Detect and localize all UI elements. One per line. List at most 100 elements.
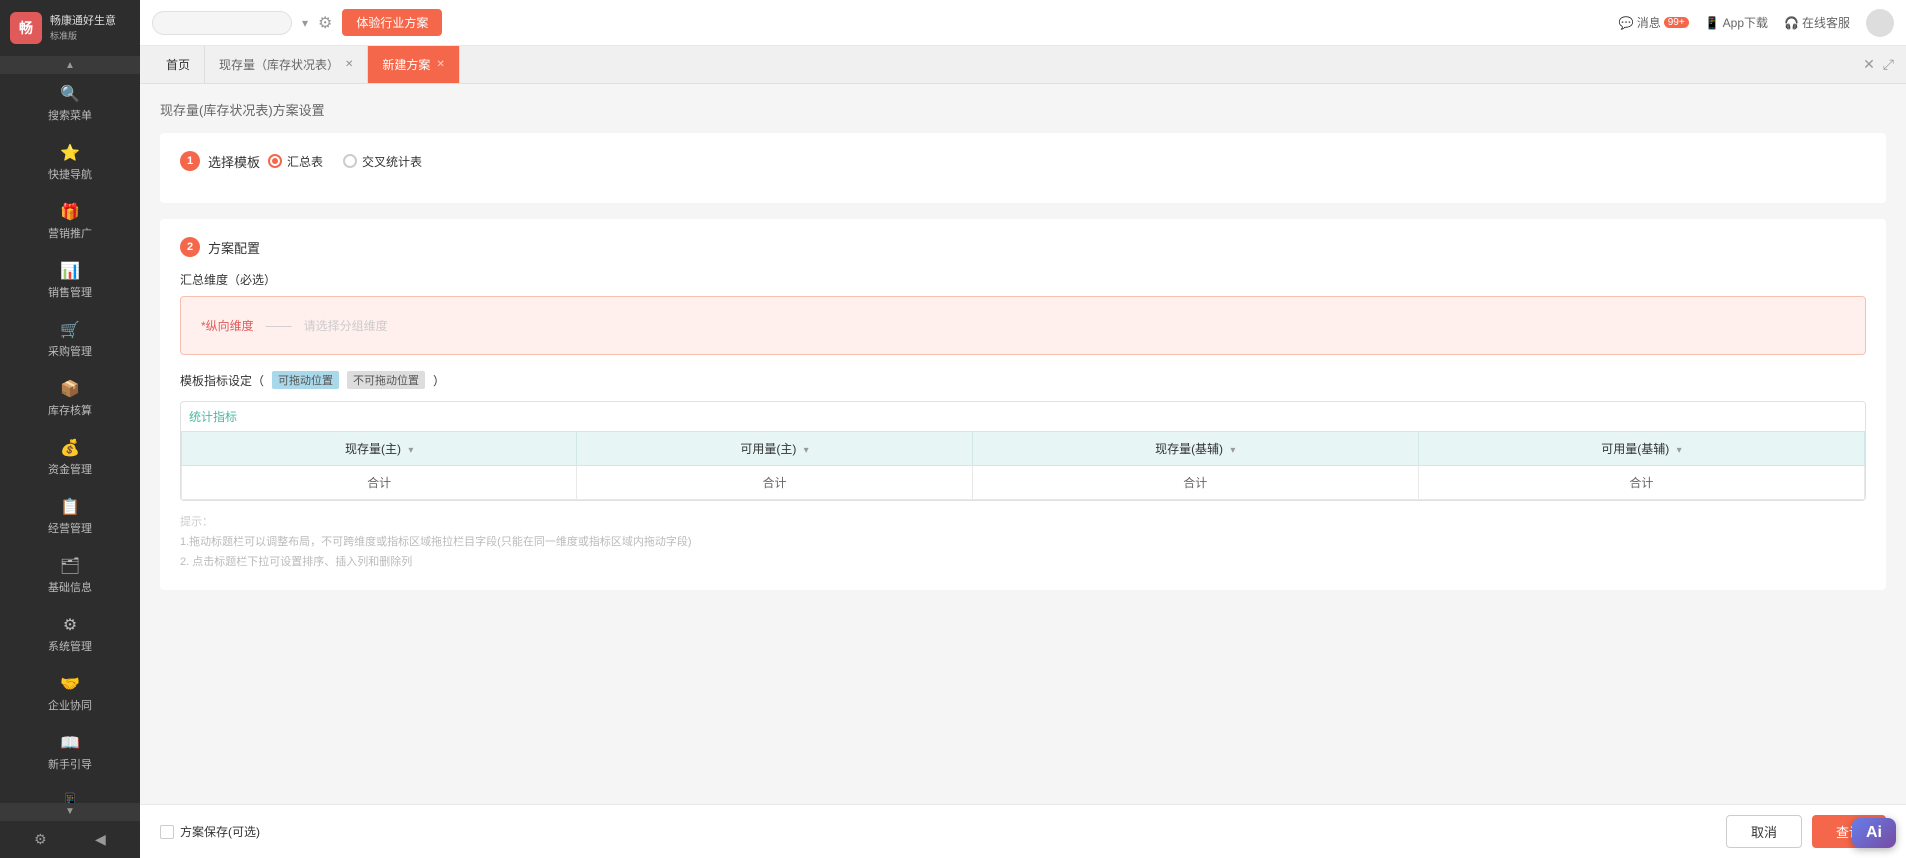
tab-new-plan[interactable]: 新建方案 ✕ — [368, 46, 459, 83]
main-container: ▾ ⚙ 体验行业方案 💬 消息 99+ 📱 App下载 🎧 在线客服 首页 — [140, 0, 1906, 858]
shortcut-icon: ⭐ — [60, 143, 80, 163]
radio-summary-circle — [268, 154, 282, 168]
sidebar-item-corp[interactable]: 🤝企业协同 — [0, 664, 140, 723]
business-icon: 📋 — [60, 497, 80, 517]
inventory-icon: 📦 — [60, 379, 80, 399]
sidebar-nav: 🔍搜索菜单 ⭐ 快捷导航 🎁营销推广📊销售管理🛒采购管理📦库存核算💰资金管理 📋 经营管理… — [0, 74, 140, 803]
sidebar-item-shortcut[interactable]: ⭐ 快捷导航 — [0, 133, 140, 192]
topbar-gear-icon[interactable]: ⚙ — [318, 13, 332, 33]
tab-inventory-status[interactable]: 现存量（库存状况表） ✕ — [205, 46, 368, 83]
stats-table-header-row: 现存量(主) ▾ 可用量(主) ▾ 现存量(基辅) ▾ — [182, 432, 1865, 466]
col-chevron-2[interactable]: ▾ — [1230, 445, 1235, 456]
guide-icon: 📖 — [60, 733, 80, 753]
sidebar-logo: 畅 畅康通好生意 标准版 — [0, 0, 140, 57]
radio-cross-table[interactable]: 交叉统计表 — [343, 153, 422, 170]
save-checkbox[interactable] — [160, 825, 174, 839]
trial-btn[interactable]: 体验行业方案 — [342, 9, 442, 36]
radio-summary-label: 汇总表 — [287, 153, 323, 170]
sidebar-item-business[interactable]: 📋 经营管理 — [0, 487, 140, 546]
inventory-status-label: 现存量（库存状况表） — [219, 56, 339, 73]
stats-header-label: 统计指标 — [181, 402, 1865, 431]
logo-text-block: 畅康通好生意 标准版 — [50, 14, 116, 41]
topbar-dropdown[interactable]: ▾ — [302, 16, 308, 30]
sidebar-item-system[interactable]: ⚙系统管理 — [0, 605, 140, 664]
tab-close-window-icon[interactable]: ✕ — [1863, 56, 1875, 73]
sidebar-label-shortcut: 快捷导航 — [48, 166, 92, 182]
radio-cross-label: 交叉统计表 — [362, 153, 422, 170]
radio-cross-circle — [343, 154, 357, 168]
dimension-placeholder: 请选择分组维度 — [304, 317, 388, 334]
footer: 方案保存(可选) 取消 查询 — [140, 804, 1906, 858]
apps-icon: 📱 — [60, 792, 80, 803]
sidebar-item-inventory[interactable]: 📦库存核算 — [0, 369, 140, 428]
topbar-app-download[interactable]: 📱 App下载 — [1705, 14, 1768, 31]
template-radio-group: 汇总表 交叉统计表 — [268, 153, 422, 170]
tabbar: 首页 现存量（库存状况表） ✕ 新建方案 ✕ ✕ ⤢ — [140, 46, 1906, 84]
sidebar-label-business: 经营管理 — [48, 520, 92, 536]
ai-fab-button[interactable]: Ai — [1852, 818, 1896, 848]
col-chevron-0[interactable]: ▾ — [408, 445, 413, 456]
col-chevron-1[interactable]: ▾ — [804, 445, 809, 456]
sidebar-scroll-down[interactable]: ▼ — [0, 803, 140, 820]
tips-title: 提示： — [180, 516, 213, 528]
sidebar-item-purchase[interactable]: 🛒采购管理 — [0, 310, 140, 369]
message-badge: 99+ — [1664, 17, 1689, 28]
sidebar-item-apps[interactable]: 📱应用中心 — [0, 782, 140, 803]
tip-item-1: 2. 点击标题栏下拉可设置排序、插入列和删除列 — [180, 553, 1866, 573]
draggable-badge: 可拖动位置 — [272, 371, 339, 389]
app-download-icon: 📱 — [1705, 16, 1720, 30]
col-sub-0: 合计 — [182, 466, 577, 500]
cancel-button[interactable]: 取消 — [1726, 815, 1802, 848]
save-option: 方案保存(可选) — [160, 823, 260, 840]
user-avatar[interactable] — [1866, 9, 1894, 37]
dimension-area[interactable]: *纵向维度 —— 请选择分组维度 — [180, 296, 1866, 355]
col-label-3: 可用量(基辅) — [1601, 442, 1669, 456]
inventory-status-close-icon[interactable]: ✕ — [345, 59, 353, 70]
col-header-3[interactable]: 可用量(基辅) ▾ — [1418, 432, 1864, 466]
radio-summary-table[interactable]: 汇总表 — [268, 153, 323, 170]
col-chevron-3[interactable]: ▾ — [1677, 445, 1682, 456]
search-input[interactable] — [152, 11, 292, 35]
sidebar-scroll-up[interactable]: ▲ — [0, 57, 140, 74]
vertical-dimension-label: *纵向维度 — [201, 317, 254, 334]
tab-expand-icon[interactable]: ⤢ — [1883, 56, 1894, 73]
topbar-message[interactable]: 💬 消息 99+ — [1619, 14, 1689, 31]
tab-home[interactable]: 首页 — [152, 46, 205, 83]
sidebar-item-search[interactable]: 🔍搜索菜单 — [0, 74, 140, 133]
sidebar-item-marketing[interactable]: 🎁营销推广 — [0, 192, 140, 251]
sidebar-item-finance[interactable]: 💰资金管理 — [0, 428, 140, 487]
stats-section: 统计指标 现存量(主) ▾ 可用量(主) ▾ — [180, 401, 1866, 501]
sidebar-item-sales[interactable]: 📊销售管理 — [0, 251, 140, 310]
purchase-icon: 🛒 — [60, 320, 80, 340]
finance-icon: 💰 — [60, 438, 80, 458]
sidebar-item-basic[interactable]: 🗂基础信息 — [0, 546, 140, 605]
sidebar-label-search: 搜索菜单 — [48, 107, 92, 123]
sidebar-bottom: ⚙ ◀ — [0, 820, 140, 858]
topbar-right: 💬 消息 99+ 📱 App下载 🎧 在线客服 — [1619, 9, 1894, 37]
tips: 提示： 1.拖动标题栏可以调整布局，不可跨维度或指标区域拖拉栏目字段(只能在同一… — [180, 513, 1866, 572]
sidebar-label-guide: 新手引导 — [48, 756, 92, 772]
topbar: ▾ ⚙ 体验行业方案 💬 消息 99+ 📱 App下载 🎧 在线客服 — [140, 0, 1906, 46]
col-sub-2: 合计 — [972, 466, 1418, 500]
col-label-1: 可用量(主) — [740, 442, 796, 456]
fixed-badge: 不可拖动位置 — [347, 371, 425, 389]
online-service-label: 在线客服 — [1802, 14, 1850, 31]
step1-title: 选择模板 — [208, 152, 260, 171]
logo-icon: 畅 — [10, 12, 42, 44]
sidebar-item-guide[interactable]: 📖 新手引导 — [0, 723, 140, 782]
topbar-online-service[interactable]: 🎧 在线客服 — [1784, 14, 1850, 31]
step2-title: 方案配置 — [208, 238, 260, 257]
collapse-icon[interactable]: ◀ — [95, 831, 106, 848]
new-plan-close-icon[interactable]: ✕ — [436, 59, 444, 70]
step1-section: 1 选择模板 汇总表 交叉统计表 — [160, 133, 1886, 203]
col-header-1[interactable]: 可用量(主) ▾ — [577, 432, 972, 466]
col-header-2[interactable]: 现存量(基辅) ▾ — [972, 432, 1418, 466]
page-title: 现存量(库存状况表)方案设置 — [160, 100, 1886, 119]
col-header-0[interactable]: 现存量(主) ▾ — [182, 432, 577, 466]
sidebar-label-basic: 基础信息 — [48, 579, 92, 595]
step1-header: 1 选择模板 汇总表 交叉统计表 — [180, 151, 1866, 171]
settings-icon[interactable]: ⚙ — [34, 831, 47, 848]
indicator-config: 模板指标设定（ 可拖动位置 不可拖动位置 ） — [180, 371, 1866, 389]
stats-table-data-row: 合计 合计 合计 合计 — [182, 466, 1865, 500]
sidebar-label-sales: 销售管理 — [48, 284, 92, 300]
